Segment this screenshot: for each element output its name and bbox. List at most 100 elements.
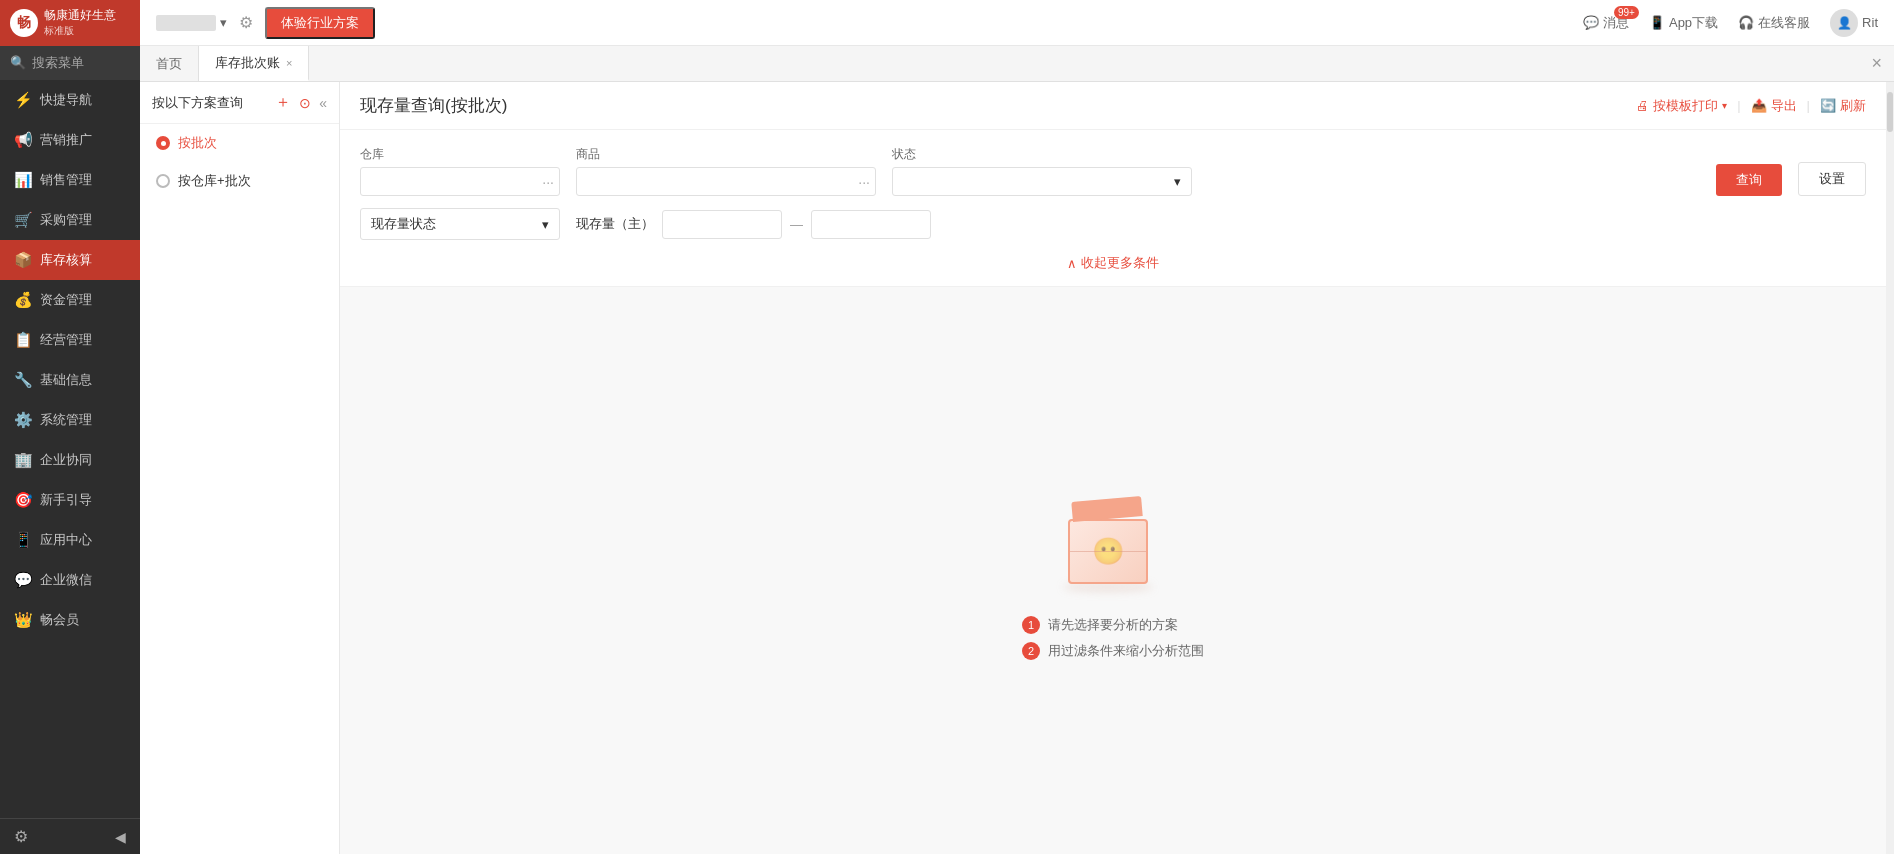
- sidebar-item-system[interactable]: ⚙️ 系统管理: [0, 400, 140, 440]
- scrollbar-thumb: [1887, 92, 1893, 132]
- filter-actions: ＋ ⊙ «: [275, 92, 327, 113]
- online-service-button[interactable]: 🎧 在线客服: [1738, 14, 1810, 32]
- sidebar-header: 畅 畅康通好生意 标准版: [0, 0, 140, 46]
- quantity-min-input[interactable]: [662, 210, 782, 239]
- quantity-field: 现存量（主） —: [576, 210, 931, 239]
- sidebar-collapse-icon[interactable]: ◀: [115, 829, 126, 845]
- step-2-text: 用过滤条件来缩小分析范围: [1048, 642, 1204, 660]
- topbar-gear-icon[interactable]: ⚙: [239, 13, 253, 32]
- goods-field: 商品 ···: [576, 146, 876, 196]
- trial-button[interactable]: 体验行业方案: [265, 7, 375, 39]
- step-1-text: 请先选择要分析的方案: [1048, 616, 1178, 634]
- settings-button[interactable]: 设置: [1798, 162, 1866, 196]
- quantity-max-input[interactable]: [811, 210, 931, 239]
- wechat-icon: 💬: [14, 571, 32, 589]
- empty-inner: 😶 1 请先选择要分析的方案 2: [1022, 482, 1204, 660]
- sidebar-item-purchase[interactable]: 🛒 采购管理: [0, 200, 140, 240]
- search-form: 仓库 ··· 商品 ···: [340, 130, 1886, 287]
- sidebar-label-sales: 销售管理: [40, 171, 92, 189]
- refresh-icon: 🔄: [1820, 98, 1836, 113]
- page-title-row: 现存量查询(按批次) 🖨 按模板打印 ▾ | 📤 导出 | 🔄: [340, 82, 1886, 130]
- sidebar-item-wechat[interactable]: 💬 企业微信: [0, 560, 140, 600]
- app-download-button[interactable]: 📱 App下载: [1649, 14, 1718, 32]
- tab-home[interactable]: 首页: [140, 46, 199, 81]
- filter-add-icon[interactable]: ＋: [275, 92, 291, 113]
- sidebar-item-quick-nav[interactable]: ⚡ 快捷导航: [0, 80, 140, 120]
- step-num-2: 2: [1022, 642, 1040, 660]
- refresh-label: 刷新: [1840, 97, 1866, 115]
- warehouse-input-wrap: ···: [360, 167, 560, 196]
- sidebar-label-system: 系统管理: [40, 411, 92, 429]
- warehouse-input[interactable]: [360, 167, 560, 196]
- topbar-dropdown[interactable]: ▾: [156, 15, 227, 31]
- sidebar-label-apps: 应用中心: [40, 531, 92, 549]
- collapse-arrow-icon: ∧: [1067, 256, 1077, 271]
- quantity-label: 现存量（主）: [576, 215, 654, 233]
- message-icon: 💬: [1583, 15, 1599, 30]
- sidebar-item-marketing[interactable]: 📢 营销推广: [0, 120, 140, 160]
- sales-icon: 📊: [14, 171, 32, 189]
- sidebar-label-member: 畅会员: [40, 611, 79, 629]
- warehouse-dots[interactable]: ···: [542, 174, 554, 190]
- refresh-button[interactable]: 🔄 刷新: [1820, 97, 1866, 115]
- sidebar-item-inventory[interactable]: 📦 库存核算: [0, 240, 140, 280]
- tab-batch-account[interactable]: 库存批次账 ×: [199, 46, 309, 81]
- sidebar-item-basic[interactable]: 🔧 基础信息: [0, 360, 140, 400]
- inv-status-arrow-icon: ▾: [542, 217, 549, 232]
- filter-item-by-batch[interactable]: 按批次: [140, 124, 339, 162]
- sidebar-label-basic: 基础信息: [40, 371, 92, 389]
- filter-panel: 按以下方案查询 ＋ ⊙ « 按批次 按仓库+批次: [140, 82, 340, 854]
- tabbar-close-icon[interactable]: ×: [1871, 53, 1882, 74]
- tab-close-icon[interactable]: ×: [286, 57, 292, 69]
- inventory-status-field: 现存量状态 ▾: [360, 208, 560, 240]
- sidebar-item-guide[interactable]: 🎯 新手引导: [0, 480, 140, 520]
- query-button[interactable]: 查询: [1716, 164, 1782, 196]
- basic-icon: 🔧: [14, 371, 32, 389]
- print-button[interactable]: 🖨 按模板打印 ▾: [1636, 97, 1727, 115]
- topbar: ▾ ⚙ 体验行业方案 💬 消息 99+ 📱 App下载 🎧 在线客服 👤: [140, 0, 1894, 46]
- sidebar-item-business[interactable]: 📋 经营管理: [0, 320, 140, 360]
- tab-batch-label: 库存批次账: [215, 54, 280, 72]
- app-title-wrap: 畅康通好生意 标准版: [44, 8, 116, 38]
- purchase-icon: 🛒: [14, 211, 32, 229]
- export-button[interactable]: 📤 导出: [1751, 97, 1797, 115]
- sidebar-item-apps[interactable]: 📱 应用中心: [0, 520, 140, 560]
- collapse-more[interactable]: ∧ 收起更多条件: [360, 248, 1866, 278]
- empty-illustration: 😶: [1053, 482, 1173, 592]
- filter-settings-icon[interactable]: ⊙: [299, 95, 311, 111]
- step-num-1: 1: [1022, 616, 1040, 634]
- page-title-actions: 🖨 按模板打印 ▾ | 📤 导出 | 🔄 刷新: [1636, 97, 1866, 115]
- print-icon: 🖨: [1636, 98, 1649, 113]
- system-icon: ⚙️: [14, 411, 32, 429]
- sidebar-item-member[interactable]: 👑 畅会员: [0, 600, 140, 640]
- goods-dots[interactable]: ···: [858, 174, 870, 190]
- messages-button[interactable]: 💬 消息 99+: [1583, 14, 1629, 32]
- avatar: 👤: [1830, 9, 1858, 37]
- user-menu[interactable]: 👤 Rit: [1830, 9, 1878, 37]
- goods-input[interactable]: [576, 167, 876, 196]
- business-icon: 📋: [14, 331, 32, 349]
- search-row-2: 现存量状态 ▾ 现存量（主） —: [360, 208, 1866, 240]
- inv-status-wrap: 现存量状态 ▾: [360, 208, 560, 240]
- goods-label: 商品: [576, 146, 876, 163]
- warehouse-label: 仓库: [360, 146, 560, 163]
- sidebar-item-enterprise[interactable]: 🏢 企业协同: [0, 440, 140, 480]
- filter-item-by-warehouse-batch[interactable]: 按仓库+批次: [140, 162, 339, 200]
- status-dropdown[interactable]: ▾: [892, 167, 1192, 196]
- sidebar-label-quick-nav: 快捷导航: [40, 91, 92, 109]
- sidebar-label-inventory: 库存核算: [40, 251, 92, 269]
- inventory-icon: 📦: [14, 251, 32, 269]
- sidebar-item-finance[interactable]: 💰 资金管理: [0, 280, 140, 320]
- sidebar-settings-icon[interactable]: ⚙: [14, 827, 28, 846]
- sidebar-item-sales[interactable]: 📊 销售管理: [0, 160, 140, 200]
- right-scrollbar[interactable]: [1886, 82, 1894, 854]
- main-content: ▾ ⚙ 体验行业方案 💬 消息 99+ 📱 App下载 🎧 在线客服 👤: [140, 0, 1894, 854]
- sidebar-search[interactable]: 🔍 搜索菜单: [0, 46, 140, 80]
- inventory-status-dropdown[interactable]: 现存量状态 ▾: [360, 208, 560, 240]
- filter-collapse-icon[interactable]: «: [319, 95, 327, 111]
- sidebar-label-wechat: 企业微信: [40, 571, 92, 589]
- headset-icon: 🎧: [1738, 15, 1754, 30]
- empty-step-1: 1 请先选择要分析的方案: [1022, 616, 1204, 634]
- filter-item-warehouse-batch-label: 按仓库+批次: [178, 172, 251, 190]
- status-select-wrap: ▾: [892, 167, 1192, 196]
